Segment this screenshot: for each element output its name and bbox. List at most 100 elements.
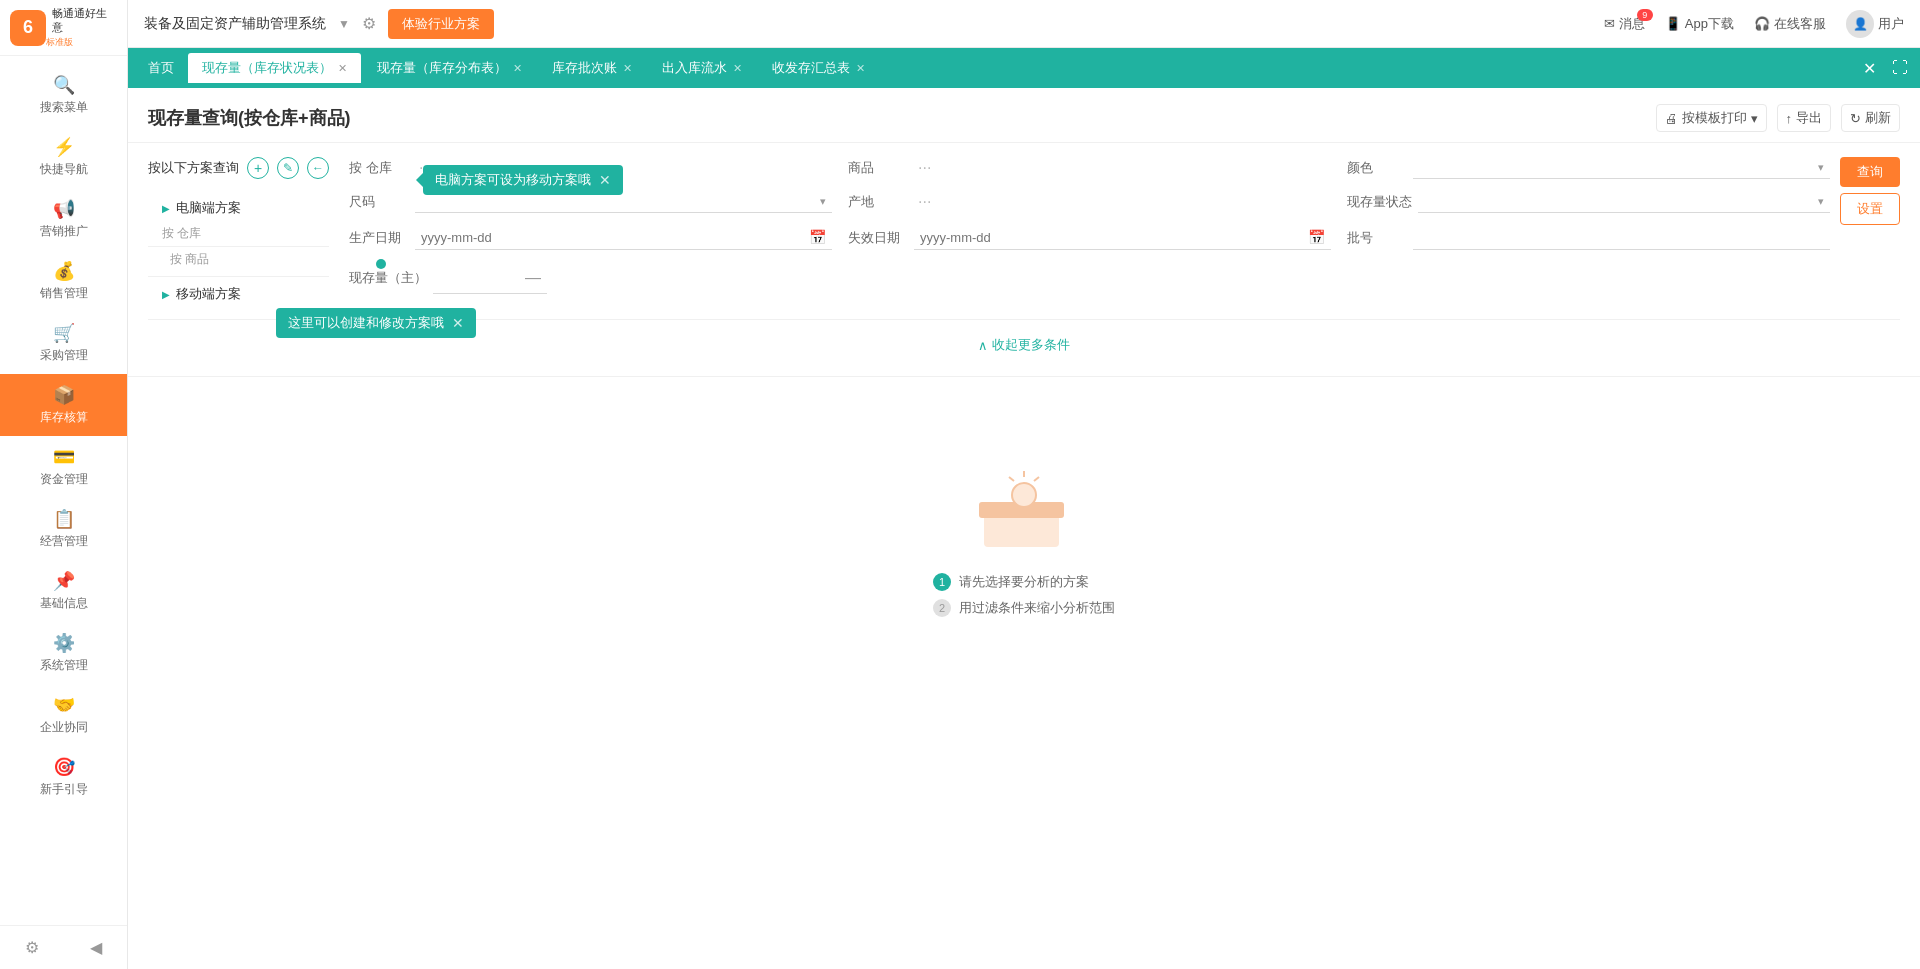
- app-download-btn[interactable]: 📱 App下载: [1665, 15, 1734, 33]
- origin-more-icon[interactable]: ···: [914, 193, 935, 211]
- collapse-sidebar-icon[interactable]: ◀: [90, 938, 102, 957]
- tab-close-icon[interactable]: ✕: [856, 62, 865, 75]
- tab-in-out-flow[interactable]: 出入库流水 ✕: [648, 53, 756, 83]
- prod-date-calendar-icon[interactable]: 📅: [809, 229, 826, 245]
- sidebar-item-inventory[interactable]: 📦 库存核算: [0, 374, 127, 436]
- prod-date-label: 生产日期: [349, 229, 409, 247]
- settings-bottom-icon[interactable]: ⚙: [25, 938, 39, 957]
- back-scheme-btn[interactable]: ←: [307, 157, 329, 179]
- scheme-panel: ▶ 电脑端方案 按 仓库 按 商品 ▶ 移动端方案: [148, 191, 329, 311]
- notifications-btn[interactable]: ✉ 消息 9: [1604, 15, 1645, 33]
- export-btn[interactable]: ↑ 导出: [1777, 104, 1832, 132]
- warehouse-label: 按 仓库: [349, 159, 409, 177]
- stock-min-input[interactable]: [439, 266, 519, 289]
- sidebar-item-search-menu[interactable]: 🔍 搜索菜单: [0, 64, 127, 126]
- operations-icon: 📋: [53, 508, 75, 530]
- sidebar-item-label: 新手引导: [40, 781, 88, 798]
- prod-date-field: 生产日期 📅: [349, 225, 832, 250]
- sidebar-item-marketing[interactable]: 📢 营销推广: [0, 188, 127, 250]
- scheme-expand-mobile-icon: ▶: [162, 289, 170, 300]
- refresh-btn[interactable]: ↻ 刷新: [1841, 104, 1900, 132]
- purchase-icon: 🛒: [53, 322, 75, 344]
- sidebar-nav: 🔍 搜索菜单 ⚡ 快捷导航 📢 营销推广 💰 销售管理 🛒 采购管理 📦 库存核…: [0, 56, 127, 925]
- sidebar-item-finance[interactable]: 💳 资金管理: [0, 436, 127, 498]
- dot-indicator: [376, 259, 386, 269]
- tab-close-icon[interactable]: ✕: [623, 62, 632, 75]
- query-button[interactable]: 查询: [1840, 157, 1900, 187]
- page-content: 现存量查询(按仓库+商品) 🖨 按模板打印 ▾ ↑ 导出 ↻ 刷新: [128, 88, 1920, 969]
- stock-main-label: 现存量（主）: [349, 269, 427, 287]
- sidebar-item-label: 系统管理: [40, 657, 88, 674]
- scheme-expand-icon: ▶: [162, 203, 170, 214]
- scheme-mobile[interactable]: ▶ 移动端方案: [148, 276, 329, 311]
- sidebar-item-operations[interactable]: 📋 经营管理: [0, 498, 127, 560]
- exp-date-calendar-icon[interactable]: 📅: [1308, 229, 1325, 245]
- tooltip-create-close[interactable]: ✕: [452, 315, 464, 331]
- tab-close-icon[interactable]: ✕: [338, 62, 347, 75]
- system-dropdown-icon[interactable]: ▼: [338, 17, 350, 31]
- exp-date-input-wrap[interactable]: 📅: [914, 225, 1331, 250]
- tab-inventory-status[interactable]: 现存量（库存状况表） ✕: [188, 53, 361, 83]
- tab-home[interactable]: 首页: [136, 53, 186, 83]
- prod-date-input-wrap[interactable]: 📅: [415, 225, 832, 250]
- search-menu-icon: 🔍: [53, 74, 75, 96]
- svg-line-4: [1009, 477, 1014, 481]
- enterprise-icon: 🤝: [53, 694, 75, 716]
- page-header: 现存量查询(按仓库+商品) 🖨 按模板打印 ▾ ↑ 导出 ↻ 刷新: [128, 88, 1920, 143]
- sidebar-item-enterprise[interactable]: 🤝 企业协同: [0, 684, 127, 746]
- batch-field: 批号: [1347, 226, 1830, 250]
- filter-row-3: 生产日期 📅 失效日期 📅: [349, 225, 1830, 250]
- sidebar-item-sales[interactable]: 💰 销售管理: [0, 250, 127, 312]
- scheme-pc[interactable]: ▶ 电脑端方案: [148, 191, 329, 225]
- tab-inventory-dist[interactable]: 现存量（库存分布表） ✕: [363, 53, 536, 83]
- prod-date-input[interactable]: [421, 230, 809, 245]
- tab-close-all-icon[interactable]: ✕: [1859, 55, 1880, 82]
- sidebar-item-label: 资金管理: [40, 471, 88, 488]
- page-title: 现存量查询(按仓库+商品): [148, 106, 351, 130]
- tab-close-icon[interactable]: ✕: [513, 62, 522, 75]
- experience-button[interactable]: 体验行业方案: [388, 9, 494, 39]
- setup-button[interactable]: 设置: [1840, 193, 1900, 225]
- tab-batch-ledger[interactable]: 库存批次账 ✕: [538, 53, 646, 83]
- export-icon: ↑: [1786, 111, 1793, 126]
- sidebar-item-quick-nav[interactable]: ⚡ 快捷导航: [0, 126, 127, 188]
- sidebar-item-system[interactable]: ⚙️ 系统管理: [0, 622, 127, 684]
- sidebar-item-label: 经营管理: [40, 533, 88, 550]
- color-dropdown-icon: ▾: [1818, 161, 1824, 174]
- empty-step-2: 2 用过滤条件来缩小分析范围: [933, 599, 1115, 617]
- exp-date-field: 失效日期 📅: [848, 225, 1331, 250]
- sidebar-item-purchase[interactable]: 🛒 采购管理: [0, 312, 127, 374]
- header-settings-icon[interactable]: ⚙: [362, 14, 376, 33]
- stock-status-label: 现存量状态: [1347, 193, 1412, 211]
- tab-fullscreen-icon[interactable]: ⛶: [1888, 55, 1912, 82]
- empty-state: 1 请先选择要分析的方案 2 用过滤条件来缩小分析范围: [128, 377, 1920, 697]
- user-menu[interactable]: 👤 用户: [1846, 10, 1904, 38]
- batch-input[interactable]: [1413, 226, 1830, 250]
- product-more-icon[interactable]: ···: [914, 159, 935, 177]
- online-support-btn[interactable]: 🎧 在线客服: [1754, 15, 1826, 33]
- inventory-icon: 📦: [53, 384, 75, 406]
- basic-info-icon: 📌: [53, 570, 75, 592]
- quick-nav-icon: ⚡: [53, 136, 75, 158]
- sidebar-item-basic-info[interactable]: 📌 基础信息: [0, 560, 127, 622]
- edit-scheme-btn[interactable]: ✎: [277, 157, 299, 179]
- logo-icon: 6: [10, 10, 46, 46]
- tooltip-pc-close[interactable]: ✕: [599, 172, 611, 188]
- tab-collect-summary[interactable]: 收发存汇总表 ✕: [758, 53, 879, 83]
- tab-close-icon[interactable]: ✕: [733, 62, 742, 75]
- stock-status-select[interactable]: ▾: [1418, 191, 1830, 213]
- exp-date-input[interactable]: [920, 230, 1308, 245]
- sidebar: 6 畅通通好生意 标准版 🔍 搜索菜单 ⚡ 快捷导航 📢 营销推广 💰 销售管理…: [0, 0, 128, 969]
- stock-status-field: 现存量状态 ▾: [1347, 191, 1830, 213]
- print-template-btn[interactable]: 🖨 按模板打印 ▾: [1656, 104, 1767, 132]
- sidebar-item-label: 搜索菜单: [40, 99, 88, 116]
- logo-badge: 标准版: [46, 36, 117, 49]
- exp-date-label: 失效日期: [848, 229, 908, 247]
- add-scheme-btn[interactable]: +: [247, 157, 269, 179]
- color-select[interactable]: ▾: [1413, 157, 1830, 179]
- product-field: 商品 ···: [848, 159, 1331, 177]
- stock-range[interactable]: —: [433, 262, 547, 294]
- sidebar-item-label: 采购管理: [40, 347, 88, 364]
- sidebar-item-label: 企业协同: [40, 719, 88, 736]
- sidebar-item-newbie[interactable]: 🎯 新手引导: [0, 746, 127, 808]
